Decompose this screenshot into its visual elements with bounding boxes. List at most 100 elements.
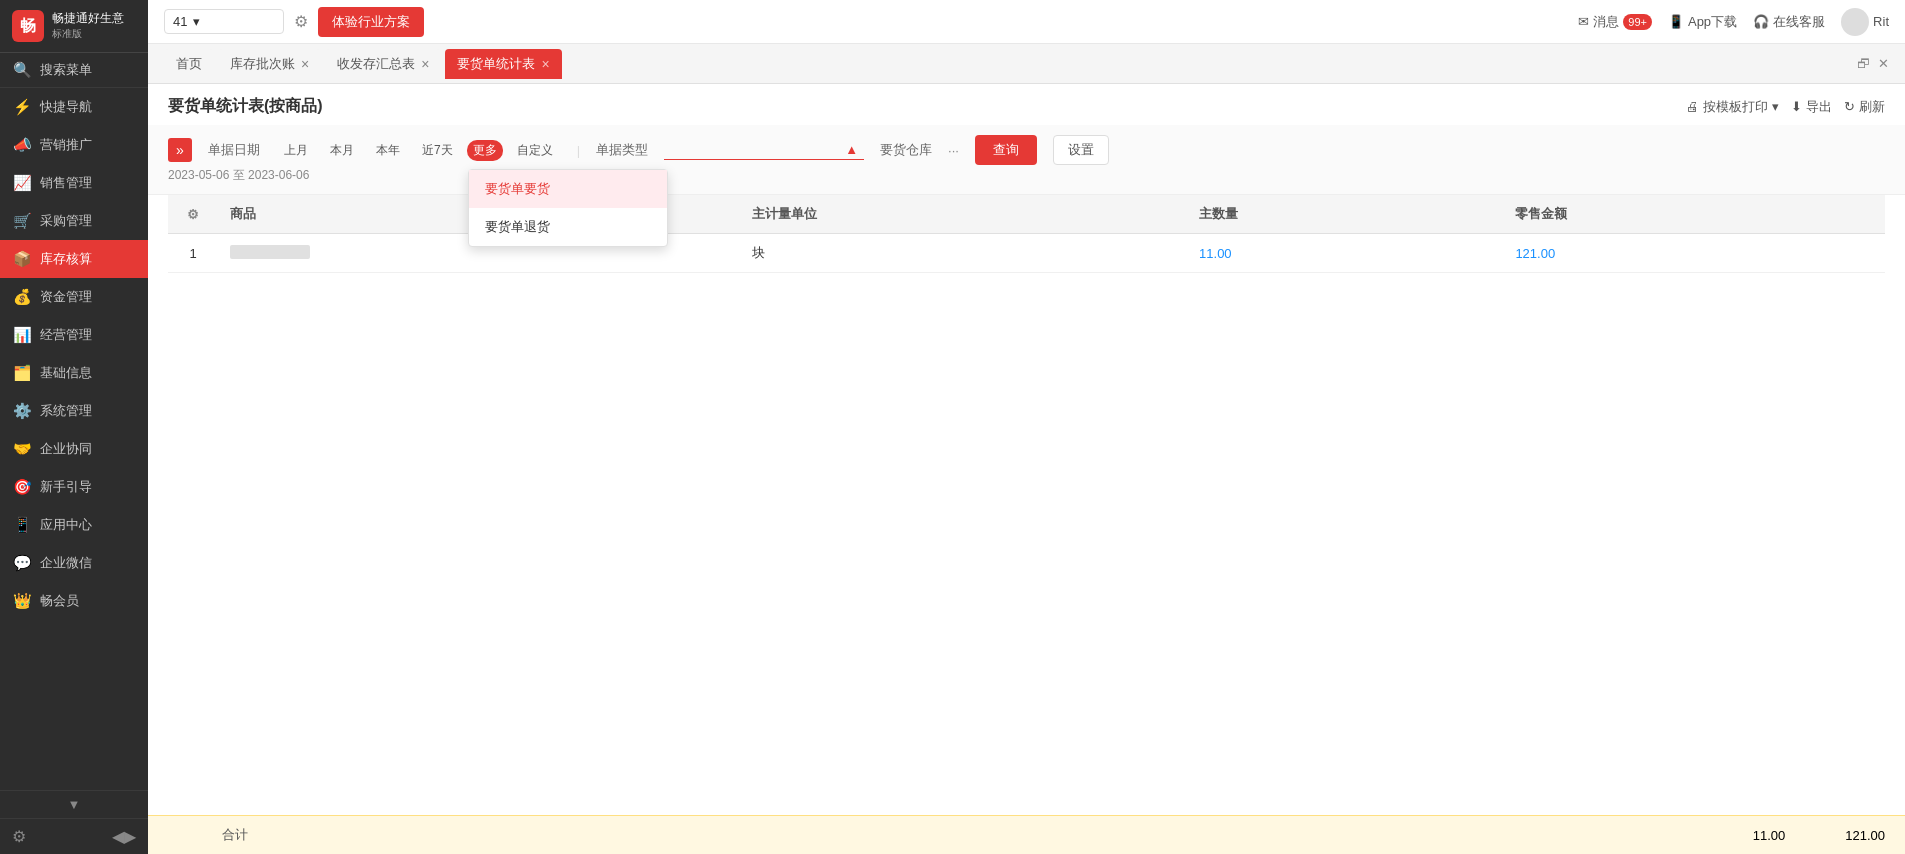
- page-content: 要货单统计表(按商品) 🖨 按模板打印 ▾ ⬇ 导出 ↻ 刷新: [148, 84, 1905, 854]
- user-area[interactable]: Rit: [1841, 8, 1889, 36]
- filter-area: » 单据日期 上月本月本年近7天更多自定义 | 单据类型 ▲ 要货仓库 ··· …: [148, 125, 1905, 195]
- type-label: 单据类型: [596, 141, 648, 159]
- tab-close-icon[interactable]: ×: [541, 57, 549, 71]
- date-btn-4[interactable]: 更多: [467, 140, 503, 161]
- tab-label: 库存批次账: [230, 55, 295, 73]
- date-btn-5[interactable]: 自定义: [509, 139, 561, 162]
- type-select[interactable]: ▲: [664, 140, 864, 160]
- export-btn[interactable]: ⬇ 导出: [1791, 98, 1832, 116]
- tab-close-icon[interactable]: ×: [421, 57, 429, 71]
- sidebar-item-finance[interactable]: 💰 资金管理: [0, 278, 148, 316]
- settings-icon[interactable]: ⚙: [12, 827, 26, 846]
- appstore-icon: 📱: [12, 516, 32, 534]
- table-area: ⚙ 商品 主计量单位 主数量 零售金额 1 块 11.00 121.00: [148, 195, 1905, 815]
- inventory-icon: 📦: [12, 250, 32, 268]
- message-action[interactable]: ✉ 消息 99+: [1578, 13, 1652, 31]
- date-btn-1[interactable]: 本月: [322, 139, 362, 162]
- sidebar-item-label: 资金管理: [40, 288, 92, 306]
- sidebar-item-basic[interactable]: 🗂️基础信息: [0, 354, 148, 392]
- td-qty: 11.00: [1187, 234, 1503, 273]
- date-label: 单据日期: [208, 141, 260, 159]
- print-arrow-icon: ▾: [1772, 99, 1779, 114]
- amount-link[interactable]: 121.00: [1515, 246, 1555, 261]
- table-row: 1 块 11.00 121.00: [168, 234, 1885, 273]
- warehouse-label: 要货仓库: [880, 141, 932, 159]
- settings-btn[interactable]: 设置: [1053, 135, 1109, 165]
- dropdown-item-order-purchase[interactable]: 要货单要货: [469, 170, 667, 208]
- topbar-left: 41 ▾ ⚙ 体验行业方案: [164, 7, 1566, 37]
- date-btn-3[interactable]: 近7天: [414, 139, 461, 162]
- type-input[interactable]: [670, 142, 841, 157]
- window-close-icon[interactable]: ✕: [1878, 56, 1889, 71]
- sidebar: 畅 畅捷通好生意 标准版 🔍 搜索菜单 ⚡快捷导航📣营销推广📈销售管理🛒采购管理…: [0, 0, 148, 854]
- sidebar-item-member[interactable]: 👑畅会员: [0, 582, 148, 620]
- store-number: 41: [173, 14, 187, 29]
- operation-icon: 📊: [12, 326, 32, 344]
- date-range-text: 2023-05-06 至 2023-06-06: [168, 167, 1885, 184]
- sidebar-scroll-down[interactable]: ▼: [0, 790, 148, 818]
- tab-order-stats[interactable]: 要货单统计表 ×: [445, 49, 561, 79]
- sidebar-item-purchase[interactable]: 🛒采购管理: [0, 202, 148, 240]
- tab-label: 收发存汇总表: [337, 55, 415, 73]
- app-label: App下载: [1688, 13, 1737, 31]
- system-icon: ⚙️: [12, 402, 32, 420]
- service-label: 在线客服: [1773, 13, 1825, 31]
- sidebar-item-inventory[interactable]: 📦库存核算: [0, 240, 148, 278]
- sidebar-item-wechat[interactable]: 💬企业微信: [0, 544, 148, 582]
- col-unit: 主计量单位: [740, 195, 1187, 234]
- tab-inventory-batch[interactable]: 库存批次账 ×: [218, 49, 321, 79]
- sidebar-item-sales[interactable]: 📈销售管理: [0, 164, 148, 202]
- search-menu-item[interactable]: 🔍 搜索菜单: [0, 53, 148, 88]
- store-selector[interactable]: 41 ▾: [164, 9, 284, 34]
- topbar-settings-icon[interactable]: ⚙: [294, 12, 308, 31]
- window-controls: 🗗 ✕: [1857, 56, 1889, 71]
- sidebar-item-label: 应用中心: [40, 516, 92, 534]
- sidebar-item-quick-nav[interactable]: ⚡快捷导航: [0, 88, 148, 126]
- col-amount: 零售金额: [1503, 195, 1885, 234]
- service-action[interactable]: 🎧 在线客服: [1753, 13, 1825, 31]
- sidebar-item-cooperation[interactable]: 🤝企业协同: [0, 430, 148, 468]
- qty-link[interactable]: 11.00: [1199, 246, 1232, 261]
- tabs-bar: 首页库存批次账 × 收发存汇总表 × 要货单统计表 × 🗗 ✕: [148, 44, 1905, 84]
- column-settings-icon[interactable]: ⚙: [187, 207, 199, 222]
- footer-total-qty: 11.00: [1753, 828, 1786, 843]
- logo-title: 畅捷通好生意: [52, 11, 124, 27]
- filter-row: » 单据日期 上月本月本年近7天更多自定义 | 单据类型 ▲ 要货仓库 ··· …: [168, 135, 1885, 165]
- refresh-btn[interactable]: ↻ 刷新: [1844, 98, 1885, 116]
- tab-home[interactable]: 首页: [164, 49, 214, 79]
- sidebar-item-system[interactable]: ⚙️系统管理: [0, 392, 148, 430]
- warehouse-dots-icon[interactable]: ···: [948, 143, 959, 158]
- print-btn[interactable]: 🖨 按模板打印 ▾: [1686, 98, 1779, 116]
- sidebar-item-guide[interactable]: 🎯新手引导: [0, 468, 148, 506]
- date-btn-0[interactable]: 上月: [276, 139, 316, 162]
- sidebar-item-operation[interactable]: 📊 经营管理: [0, 316, 148, 354]
- collapse-btn[interactable]: »: [168, 138, 192, 162]
- sidebar-item-label: 采购管理: [40, 212, 92, 230]
- tab-collect-summary[interactable]: 收发存汇总表 ×: [325, 49, 441, 79]
- sidebar-item-marketing[interactable]: 📣营销推广: [0, 126, 148, 164]
- sidebar-item-appstore[interactable]: 📱 应用中心: [0, 506, 148, 544]
- tab-close-icon[interactable]: ×: [301, 57, 309, 71]
- td-amount: 121.00: [1503, 234, 1885, 273]
- collapse-icon[interactable]: ◀▶: [112, 827, 136, 846]
- topbar-right: ✉ 消息 99+ 📱 App下载 🎧 在线客服 Rit: [1578, 8, 1889, 36]
- date-buttons: 上月本月本年近7天更多自定义: [276, 139, 561, 162]
- print-label: 按模板打印: [1703, 98, 1768, 116]
- sidebar-item-label: 经营管理: [40, 326, 92, 344]
- message-icon: ✉: [1578, 14, 1589, 29]
- query-btn[interactable]: 查询: [975, 135, 1037, 165]
- td-unit: 块: [740, 234, 1187, 273]
- finance-icon: 💰: [12, 288, 32, 306]
- sidebar-item-label: 畅会员: [40, 592, 79, 610]
- warehouse-group: ···: [948, 143, 959, 158]
- dropdown-item-order-return[interactable]: 要货单退货: [469, 208, 667, 246]
- tab-label: 要货单统计表: [457, 55, 535, 73]
- refresh-icon: ↻: [1844, 99, 1855, 114]
- date-btn-2[interactable]: 本年: [368, 139, 408, 162]
- type-dropdown: 要货单要货要货单退货: [468, 169, 668, 247]
- td-seq: 1: [168, 234, 218, 273]
- window-restore-icon[interactable]: 🗗: [1857, 56, 1870, 71]
- trial-btn[interactable]: 体验行业方案: [318, 7, 424, 37]
- app-download-action[interactable]: 📱 App下载: [1668, 13, 1737, 31]
- logo-icon: 畅: [12, 10, 44, 42]
